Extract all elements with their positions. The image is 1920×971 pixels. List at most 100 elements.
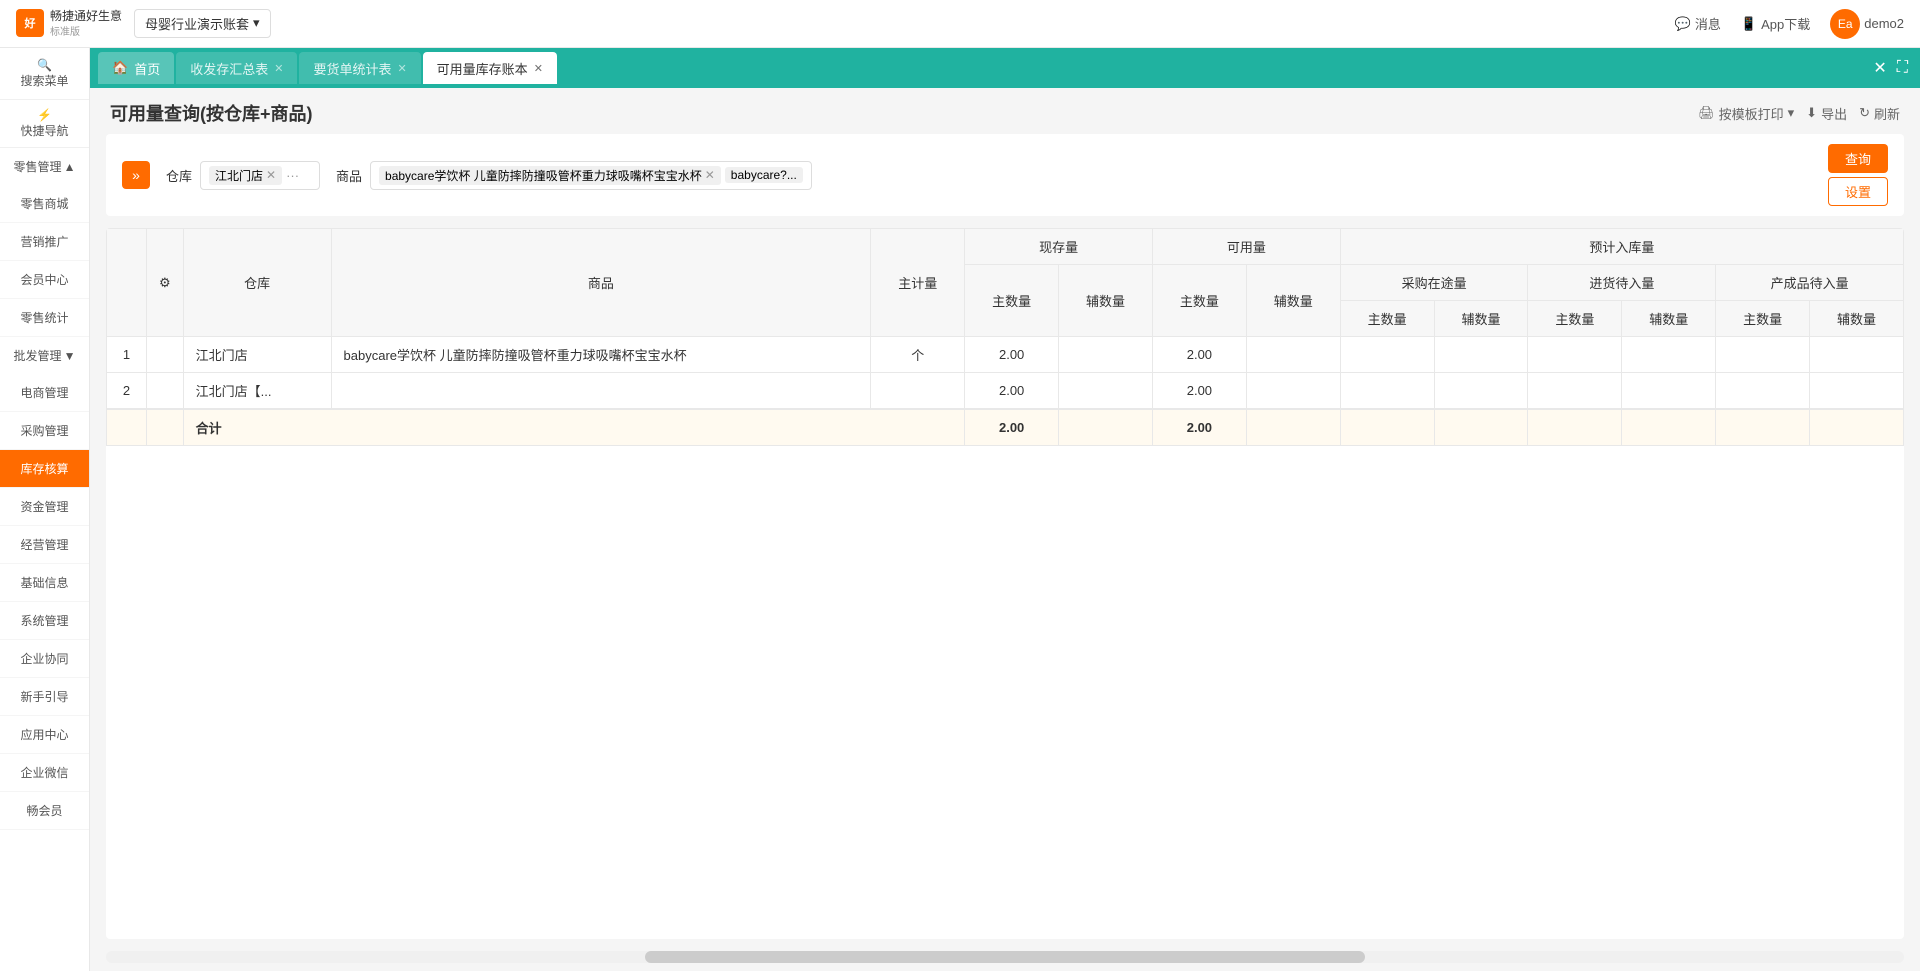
th-rownum xyxy=(107,229,147,337)
table-row: 1 江北门店 babycare学饮杯 儿童防摔防撞吸管杯重力球吸嘴杯宝宝水杯 个… xyxy=(107,337,1904,373)
sidebar-item-inventory[interactable]: 库存核算 xyxy=(0,450,89,488)
td-unit-1: 个 xyxy=(871,337,965,373)
sidebar-item-app-center[interactable]: 应用中心 xyxy=(0,716,89,754)
td-footer-empty2 xyxy=(147,409,184,446)
td-purchase-aux-2 xyxy=(1434,373,1528,410)
product-tag1: babycare学饮杯 儿童防摔防撞吸管杯重力球吸嘴杯宝宝水杯 ✕ xyxy=(379,166,721,185)
sidebar-basic-info-label: 基础信息 xyxy=(20,574,68,591)
product-input[interactable]: babycare学饮杯 儿童防摔防撞吸管杯重力球吸嘴杯宝宝水杯 ✕ babyca… xyxy=(370,161,812,190)
th-unit-label: 主计量 xyxy=(898,276,937,291)
sidebar-item-marketing[interactable]: 营销推广 xyxy=(0,223,89,261)
td-rownum-1: 1 xyxy=(107,337,147,373)
tab-requisition-close[interactable]: ✕ xyxy=(397,62,406,75)
print-button[interactable]: 🖨 按模板打印 ▾ xyxy=(1698,104,1794,123)
th-stock-aux: 辅数量 xyxy=(1059,265,1153,337)
sidebar-item-enterprise[interactable]: 企业协同 xyxy=(0,640,89,678)
logo-text: 畅捷通好生意 标准版 xyxy=(50,9,122,38)
tab-receipt-summary[interactable]: 收发存汇总表 ✕ xyxy=(176,52,297,84)
td-purchase-main-1 xyxy=(1340,337,1434,373)
product-tag1-value: babycare学饮杯 儿童防摔防撞吸管杯重力球吸嘴杯宝宝水杯 xyxy=(385,167,702,184)
refresh-button[interactable]: ↻ 刷新 xyxy=(1859,104,1900,123)
warehouse-tag-close[interactable]: ✕ xyxy=(266,168,276,182)
message-label: 消息 xyxy=(1695,14,1721,33)
warehouse-more-icon[interactable]: ··· xyxy=(286,168,299,183)
query-button[interactable]: 查询 xyxy=(1828,144,1888,173)
user-profile[interactable]: Ea demo2 xyxy=(1830,9,1904,39)
th-avail-main: 主数量 xyxy=(1152,265,1246,337)
th-purchase-transit-label: 采购在途量 xyxy=(1402,276,1467,291)
sidebar-item-purchase[interactable]: 采购管理 xyxy=(0,412,89,450)
filter-toggle-button[interactable]: » xyxy=(122,161,150,189)
td-stock-main-1: 2.00 xyxy=(965,337,1059,373)
settings-icon[interactable]: ⚙ xyxy=(159,275,171,290)
warehouse-tag-value: 江北门店 xyxy=(215,167,263,184)
filter-area: » 仓库 江北门店 ✕ ··· 商品 babycare xyxy=(106,134,1904,216)
page-actions: 🖨 按模板打印 ▾ ⬇ 导出 ↻ 刷新 xyxy=(1698,104,1900,123)
sidebar-item-finance[interactable]: 资金管理 xyxy=(0,488,89,526)
sidebar-item-retail-management[interactable]: 零售管理 ▲ xyxy=(0,148,89,185)
app-icon: 📱 xyxy=(1741,16,1757,32)
th-available-group-label: 可用量 xyxy=(1227,240,1266,255)
td-stock-aux-1 xyxy=(1059,337,1153,373)
tab-bar: 🏠 首页 收发存汇总表 ✕ 要货单统计表 ✕ 可用量库存账本 ✕ ✕ ⛶ xyxy=(90,48,1920,88)
th-incoming-transfer: 进货待入量 xyxy=(1528,265,1716,301)
sidebar-marketing-label: 营销推广 xyxy=(20,233,68,250)
logo-line1: 畅捷通好生意 xyxy=(50,9,122,23)
export-button[interactable]: ⬇ 导出 xyxy=(1806,104,1847,123)
sidebar-item-new-guide[interactable]: 新手引导 xyxy=(0,678,89,716)
th-stock-group: 现存量 xyxy=(965,229,1153,265)
th-incoming-group-label: 预计入库量 xyxy=(1589,240,1654,255)
tab-expand-button[interactable]: ⛶ xyxy=(1893,55,1912,81)
page-content: 可用量查询(按仓库+商品) 🖨 按模板打印 ▾ ⬇ 导出 ↻ 刷新 xyxy=(90,88,1920,971)
table-container: ⚙ 仓库 商品 主计量 现存量 xyxy=(106,228,1904,939)
sidebar-item-system[interactable]: 系统管理 xyxy=(0,602,89,640)
sidebar-item-member[interactable]: 畅会员 xyxy=(0,792,89,830)
data-table: ⚙ 仓库 商品 主计量 现存量 xyxy=(106,228,1904,446)
th-transfer-main-label: 主数量 xyxy=(1555,312,1594,327)
refresh-icon: ↻ xyxy=(1859,105,1870,121)
industry-select[interactable]: 母婴行业演示账套 ▾ xyxy=(134,9,271,38)
sidebar-search-label: 搜索菜单 xyxy=(8,72,81,89)
tab-available-ledger[interactable]: 可用量库存账本 ✕ xyxy=(423,52,557,84)
sidebar-item-operations[interactable]: 经营管理 xyxy=(0,526,89,564)
page-header: 可用量查询(按仓库+商品) 🖨 按模板打印 ▾ ⬇ 导出 ↻ 刷新 xyxy=(90,88,1920,134)
horizontal-scrollbar[interactable] xyxy=(106,951,1904,963)
app-download-button[interactable]: 📱 App下载 xyxy=(1741,14,1810,33)
th-transfer-aux: 辅数量 xyxy=(1622,301,1716,337)
sidebar-item-enterprise-wechat[interactable]: 企业微信 xyxy=(0,754,89,792)
setting-button[interactable]: 设置 xyxy=(1828,177,1888,206)
sidebar-quick-nav[interactable]: ⚡ 快捷导航 xyxy=(0,100,89,148)
th-purchase-aux-label: 辅数量 xyxy=(1462,312,1501,327)
tab-available-close[interactable]: ✕ xyxy=(534,62,543,75)
warehouse-input[interactable]: 江北门店 ✕ ··· xyxy=(200,161,320,190)
sidebar-item-retail-stats[interactable]: 零售统计 xyxy=(0,299,89,337)
message-button[interactable]: 💬 消息 xyxy=(1675,14,1721,33)
sidebar-search[interactable]: 🔍 搜索菜单 xyxy=(0,48,89,100)
product-tag1-close[interactable]: ✕ xyxy=(705,168,715,182)
export-icon: ⬇ xyxy=(1806,105,1817,121)
td-settings-2 xyxy=(147,373,184,410)
chevron-up-icon: ▲ xyxy=(64,160,76,174)
td-footer-label: 合计 xyxy=(183,409,965,446)
sidebar-item-ecommerce[interactable]: 电商管理 xyxy=(0,374,89,412)
tab-home[interactable]: 🏠 首页 xyxy=(98,52,174,84)
td-avail-main-2: 2.00 xyxy=(1152,373,1246,410)
sidebar-enterprise-wechat-label: 企业微信 xyxy=(20,764,68,781)
th-warehouse: 仓库 xyxy=(183,229,331,337)
sidebar-item-basic-info[interactable]: 基础信息 xyxy=(0,564,89,602)
sidebar-item-member-center[interactable]: 会员中心 xyxy=(0,261,89,299)
td-transfer-aux-1 xyxy=(1622,337,1716,373)
sidebar-item-wholesale[interactable]: 批发管理 ▼ xyxy=(0,337,89,374)
tab-requisition-summary[interactable]: 要货单统计表 ✕ xyxy=(299,52,420,84)
th-settings[interactable]: ⚙ xyxy=(147,229,184,337)
sidebar-item-retail-mall[interactable]: 零售商城 xyxy=(0,185,89,223)
sidebar-wholesale-label: 批发管理 xyxy=(14,347,62,364)
sidebar-finance-label: 资金管理 xyxy=(20,498,68,515)
scroll-thumb[interactable] xyxy=(645,951,1364,963)
sidebar-member-center-label: 会员中心 xyxy=(20,271,68,288)
tab-close-all-button[interactable]: ✕ xyxy=(1869,54,1890,82)
sidebar-new-guide-label: 新手引导 xyxy=(20,688,68,705)
td-footer-t-aux xyxy=(1622,409,1716,446)
content-area: 🏠 首页 收发存汇总表 ✕ 要货单统计表 ✕ 可用量库存账本 ✕ ✕ ⛶ xyxy=(90,48,1920,971)
tab-receipt-close[interactable]: ✕ xyxy=(274,62,283,75)
